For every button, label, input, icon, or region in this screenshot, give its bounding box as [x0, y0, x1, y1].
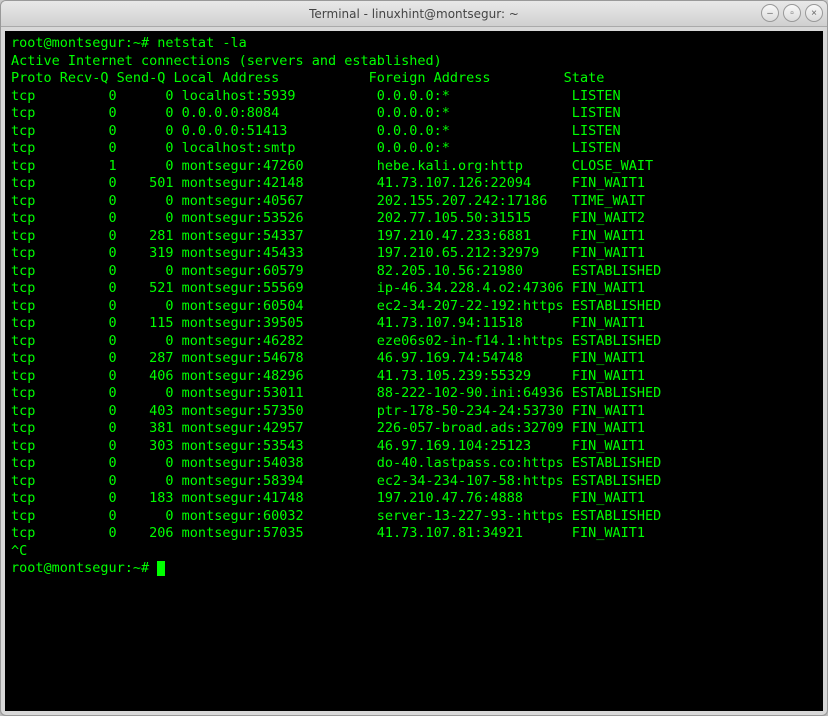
connection-row: tcp 0 501 montsegur:42148 41.73.107.126:… — [11, 175, 645, 191]
minimize-button[interactable]: – — [761, 4, 779, 22]
connection-row: tcp 0 0 montsegur:60504 ec2-34-207-22-19… — [11, 298, 661, 314]
connection-row: tcp 0 206 montsegur:57035 41.73.107.81:3… — [11, 525, 645, 541]
prompt-line: root@montsegur:~# — [11, 560, 157, 576]
connection-row: tcp 0 303 montsegur:53543 46.97.169.104:… — [11, 438, 645, 454]
window-titlebar[interactable]: Terminal - linuxhint@montsegur: ~ – ▫ × — [1, 1, 827, 27]
close-button[interactable]: × — [805, 4, 823, 22]
connection-row: tcp 0 0 localhost:5939 0.0.0.0:* LISTEN — [11, 88, 621, 104]
connection-row: tcp 0 0 0.0.0.0:51413 0.0.0.0:* LISTEN — [11, 123, 621, 139]
connection-row: tcp 0 0 localhost:smtp 0.0.0.0:* LISTEN — [11, 140, 621, 156]
connection-row: tcp 0 319 montsegur:45433 197.210.65.212… — [11, 245, 645, 261]
connection-row: tcp 0 0 0.0.0.0:8084 0.0.0.0:* LISTEN — [11, 105, 621, 121]
connection-row: tcp 0 381 montsegur:42957 226-057-broad.… — [11, 420, 645, 436]
maximize-button[interactable]: ▫ — [783, 4, 801, 22]
connection-row: tcp 0 521 montsegur:55569 ip-46.34.228.4… — [11, 280, 645, 296]
terminal-output[interactable]: root@montsegur:~# netstat -la Active Int… — [5, 31, 823, 711]
connection-row: tcp 0 403 montsegur:57350 ptr-178-50-234… — [11, 403, 645, 419]
connection-row: tcp 0 287 montsegur:54678 46.97.169.74:5… — [11, 350, 645, 366]
connection-row: tcp 0 0 montsegur:54038 do-40.lastpass.c… — [11, 455, 661, 471]
connection-row: tcp 0 0 montsegur:46282 eze06s02-in-f14.… — [11, 333, 661, 349]
window-title: Terminal - linuxhint@montsegur: ~ — [309, 7, 519, 21]
connection-row: tcp 0 0 montsegur:53526 202.77.105.50:31… — [11, 210, 645, 226]
connection-row: tcp 0 115 montsegur:39505 41.73.107.94:1… — [11, 315, 645, 331]
connections-header: Active Internet connections (servers and… — [11, 53, 442, 69]
connection-row: tcp 0 0 montsegur:53011 88-222-102-90.in… — [11, 385, 661, 401]
connection-row: tcp 1 0 montsegur:47260 hebe.kali.org:ht… — [11, 158, 653, 174]
connection-row: tcp 0 0 montsegur:60032 server-13-227-93… — [11, 508, 661, 524]
connection-row: tcp 0 0 montsegur:40567 202.155.207.242:… — [11, 193, 645, 209]
terminal-window: Terminal - linuxhint@montsegur: ~ – ▫ × … — [0, 0, 828, 716]
column-headers: Proto Recv-Q Send-Q Local Address Foreig… — [11, 70, 604, 86]
connection-row: tcp 0 183 montsegur:41748 197.210.47.76:… — [11, 490, 645, 506]
connection-row: tcp 0 0 montsegur:58394 ec2-34-234-107-5… — [11, 473, 661, 489]
connection-row: tcp 0 281 montsegur:54337 197.210.47.233… — [11, 228, 645, 244]
interrupt-signal: ^C — [11, 543, 27, 559]
connection-row: tcp 0 406 montsegur:48296 41.73.105.239:… — [11, 368, 645, 384]
cursor — [157, 561, 165, 576]
connection-row: tcp 0 0 montsegur:60579 82.205.10.56:219… — [11, 263, 661, 279]
window-controls: – ▫ × — [761, 4, 823, 22]
prompt-line: root@montsegur:~# netstat -la — [11, 35, 247, 51]
